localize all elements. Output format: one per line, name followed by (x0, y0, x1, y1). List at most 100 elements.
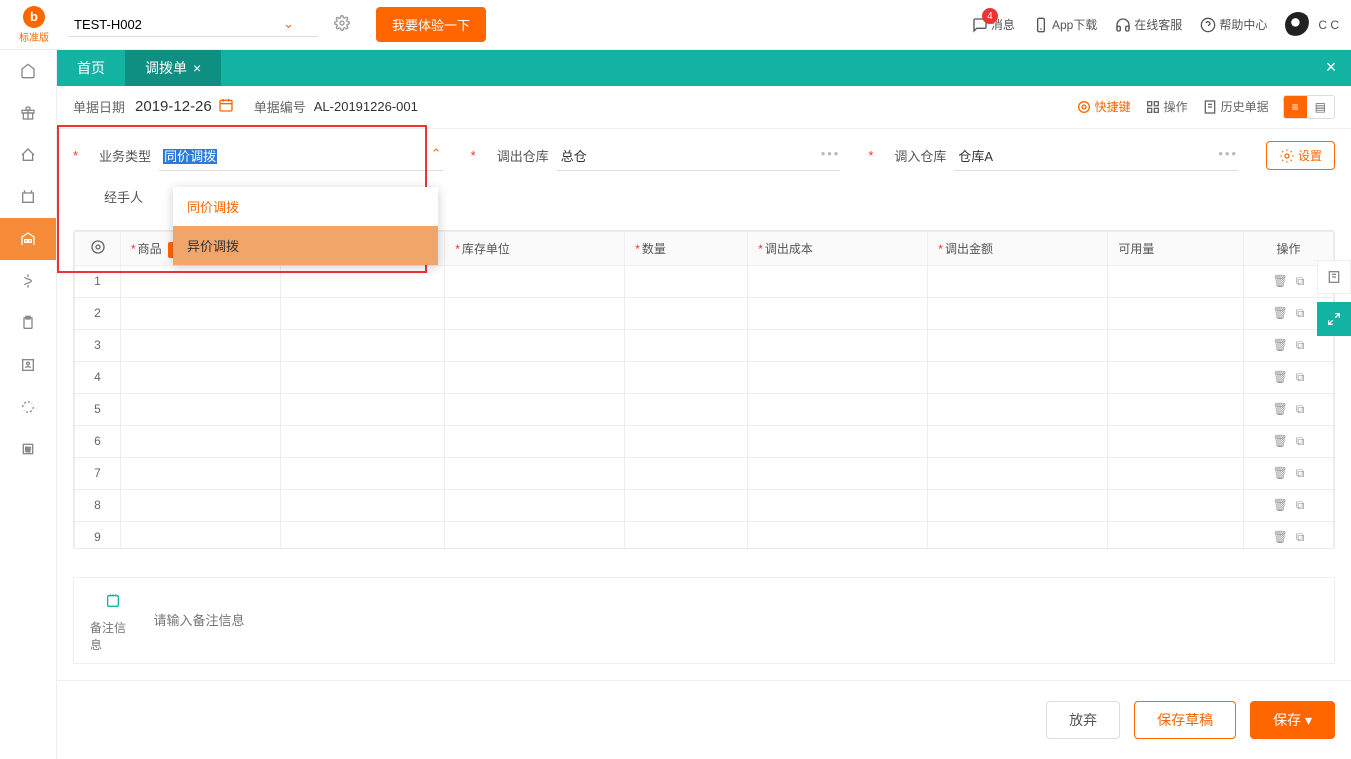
logo: b 标准版 (12, 6, 56, 44)
sync-icon[interactable] (0, 386, 56, 428)
delete-icon[interactable]: 🗑 (1273, 402, 1288, 416)
remarks-label: 备注信息 (90, 619, 136, 653)
org-select[interactable]: ⌄ (68, 13, 318, 37)
table-row[interactable]: 9 🗑 ⧉ (75, 521, 1334, 549)
table-row[interactable]: 2🗑⧉ (75, 297, 1334, 329)
experience-button[interactable]: 我要体验一下 (376, 7, 486, 42)
app-download-button[interactable]: App下载 (1033, 16, 1097, 33)
help-label: 帮助中心 (1219, 16, 1267, 33)
dropdown-option-same[interactable]: 同价调拨 (173, 187, 438, 226)
delete-icon[interactable]: 🗑 (1273, 370, 1288, 384)
org-input[interactable] (74, 17, 274, 32)
clipboard-icon[interactable] (0, 302, 56, 344)
col-qty: *数量 (625, 231, 748, 265)
more-icon[interactable]: ••• (1218, 146, 1238, 161)
logo-icon: b (23, 6, 45, 28)
delete-icon[interactable]: 🗑 (1273, 530, 1288, 544)
warehouse-icon[interactable] (0, 218, 56, 260)
copy-icon[interactable]: ⧉ (1296, 498, 1305, 512)
contacts-icon[interactable] (0, 344, 56, 386)
required-marker: * (868, 148, 873, 163)
note-strip-icon[interactable] (1317, 260, 1351, 294)
tab-home[interactable]: 首页 (57, 50, 125, 86)
inwh-label: 调入仓库 (876, 146, 946, 165)
table-row[interactable]: 3🗑⧉ (75, 329, 1334, 361)
outwh-value: 总仓 (561, 149, 587, 164)
col-cost: *调出成本 (748, 231, 928, 265)
dropdown-option-diff[interactable]: 异价调拨 (173, 226, 438, 265)
row-index: 9 (75, 521, 121, 549)
calendar-icon[interactable] (218, 97, 234, 116)
date-value[interactable]: 2019-12-26 (135, 98, 212, 115)
remarks-input[interactable] (154, 613, 1318, 628)
gear-icon[interactable] (328, 9, 356, 40)
tab-close-icon[interactable]: × (193, 60, 201, 76)
tab-transfer[interactable]: 调拨单 × (125, 50, 221, 86)
list-view-icon[interactable]: ≡ (1284, 96, 1307, 118)
hotkey-link[interactable]: 快捷键 (1076, 98, 1131, 115)
delete-icon[interactable]: 🗑 (1273, 306, 1288, 320)
home-icon[interactable] (0, 50, 56, 92)
row-index: 1 (75, 265, 121, 297)
footer: 放弃 保存草稿 保存 ▾ (57, 680, 1351, 759)
save-button[interactable]: 保存 ▾ (1250, 701, 1335, 739)
table-row[interactable]: 7🗑⧉ (75, 457, 1334, 489)
delete-icon[interactable]: 🗑 (1273, 274, 1288, 288)
bag-icon[interactable] (0, 176, 56, 218)
row-index: 6 (75, 425, 121, 457)
inwarehouse-field[interactable]: * 调入仓库 仓库A ••• (868, 141, 1238, 171)
table-row[interactable]: 5🗑⧉ (75, 393, 1334, 425)
copy-icon[interactable]: ⧉ (1296, 306, 1305, 320)
table-row[interactable]: 1 🗑 ⧉ (75, 265, 1334, 297)
user-menu[interactable]: C C (1285, 12, 1339, 38)
delete-icon[interactable]: 🗑 (1273, 498, 1288, 512)
chevron-down-icon: ⌄ (283, 16, 294, 32)
docnum-label: 单据编号 (254, 97, 306, 116)
row-index: 4 (75, 361, 121, 393)
chevron-up-icon[interactable]: ⌃ (431, 146, 443, 162)
history-link[interactable]: 历史单据 (1202, 98, 1269, 115)
outwh-label: 调出仓库 (479, 146, 549, 165)
copy-icon[interactable]: ⧉ (1296, 274, 1305, 288)
expand-strip-icon[interactable] (1317, 302, 1351, 336)
sidebar: 新 (0, 50, 57, 759)
copy-icon[interactable]: ⧉ (1296, 466, 1305, 480)
table-row[interactable]: 4 🗑 ⧉ (75, 361, 1334, 393)
tabbar: 首页 调拨单 × × (57, 50, 1351, 86)
copy-icon[interactable]: ⧉ (1296, 434, 1305, 448)
copy-icon[interactable]: ⧉ (1296, 370, 1305, 384)
ops-link[interactable]: 操作 (1145, 98, 1188, 115)
user-name: C C (1318, 18, 1339, 32)
delete-icon[interactable]: 🗑 (1273, 466, 1288, 480)
col-settings[interactable] (75, 231, 121, 265)
outwarehouse-field[interactable]: * 调出仓库 总仓 ••• (471, 141, 841, 171)
cancel-button[interactable]: 放弃 (1046, 701, 1120, 739)
messages-button[interactable]: 消息 4 (972, 16, 1015, 33)
money-icon[interactable] (0, 260, 56, 302)
tab-transfer-label: 调拨单 (145, 58, 187, 78)
save-draft-button[interactable]: 保存草稿 (1134, 701, 1236, 739)
new-icon[interactable]: 新 (0, 428, 56, 470)
copy-icon[interactable]: ⧉ (1296, 338, 1305, 352)
hotkey-label: 快捷键 (1095, 98, 1131, 115)
col-unit: *库存单位 (445, 231, 625, 265)
table-row[interactable]: 6 🗑 ⧉ (75, 425, 1334, 457)
more-icon[interactable]: ••• (821, 146, 841, 161)
delete-icon[interactable]: 🗑 (1273, 434, 1288, 448)
delete-icon[interactable]: 🗑 (1273, 338, 1288, 352)
avatar (1285, 12, 1311, 38)
table-row[interactable]: 8🗑⧉ (75, 489, 1334, 521)
copy-icon[interactable]: ⧉ (1296, 402, 1305, 416)
gift-icon[interactable] (0, 92, 56, 134)
biztype-field[interactable]: * 业务类型 同价调拨 ⌃ 同价调拨 异价调拨 (73, 141, 443, 171)
col-avail: 可用量 (1108, 231, 1244, 265)
customer-service-button[interactable]: 在线客服 (1115, 16, 1182, 33)
house-up-icon[interactable] (0, 134, 56, 176)
svg-text:新: 新 (25, 446, 31, 454)
tabbar-close-icon[interactable]: × (1311, 50, 1351, 86)
logo-subtext: 标准版 (19, 29, 49, 44)
help-button[interactable]: 帮助中心 (1200, 16, 1267, 33)
table-wrap: *商品扫码录入 规格型号 *库存单位 *数量 *调出成本 *调出金额 可用量 操… (73, 230, 1335, 549)
col-amount: *调出金额 (928, 231, 1108, 265)
copy-icon[interactable]: ⧉ (1296, 530, 1305, 544)
